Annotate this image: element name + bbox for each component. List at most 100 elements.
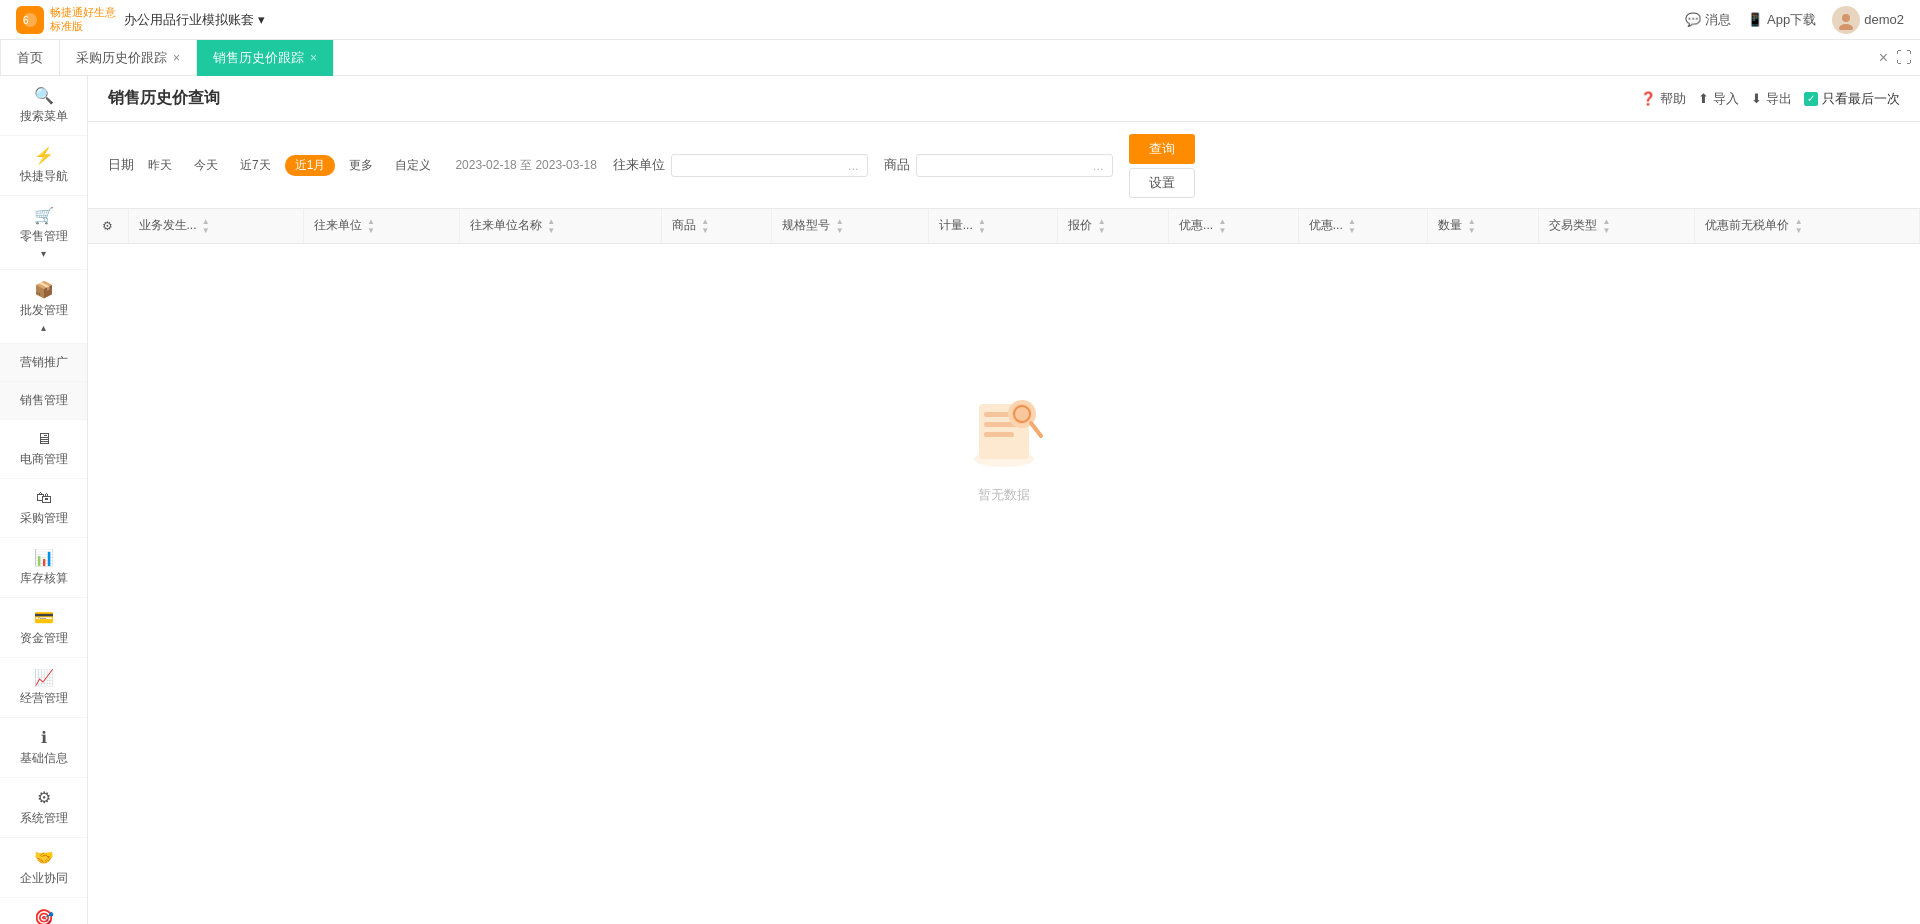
table-col-unit[interactable]: 计量... ▲▼: [928, 209, 1058, 244]
search-icon: 🔍: [34, 86, 54, 105]
sidebar-item-retail[interactable]: 🛒 零售管理 ▾: [0, 196, 87, 270]
sidebar-item-shortcut[interactable]: ⚡ 快捷导航: [0, 136, 87, 196]
table-col-gear[interactable]: ⚙: [88, 209, 128, 244]
app-switcher[interactable]: 办公用品行业模拟账套 ▾: [124, 11, 265, 29]
settings-icon[interactable]: ⚙: [102, 219, 113, 233]
import-button[interactable]: ⬆ 导入: [1698, 90, 1739, 108]
sort-icon: ▲▼: [1348, 217, 1356, 235]
chevron-down-icon: ▾: [41, 248, 46, 259]
sidebar-item-newbie[interactable]: 🎯 新手引导: [0, 898, 87, 924]
export-button[interactable]: ⬇ 导出: [1751, 90, 1792, 108]
sidebar-item-ecommerce[interactable]: 🖥 电商管理: [0, 420, 87, 479]
date-filter-label: 日期: [108, 156, 134, 174]
sort-icon: ▲▼: [202, 217, 210, 235]
goods-input[interactable]: [925, 158, 1093, 173]
svg-point-3: [1839, 24, 1853, 30]
table-col-goods[interactable]: 商品 ▲▼: [661, 209, 772, 244]
goods-filter: 商品 ...: [884, 154, 1113, 177]
sidebar-item-operations[interactable]: 📈 经营管理: [0, 658, 87, 718]
table-col-quote[interactable]: 报价 ▲▼: [1058, 209, 1169, 244]
tab-purchase-history-close[interactable]: ×: [173, 51, 180, 65]
sidebar-item-finance[interactable]: 💳 资金管理: [0, 598, 87, 658]
sort-icon: ▲▼: [367, 217, 375, 235]
close-all-tabs-button[interactable]: ×: [1879, 49, 1888, 67]
table-col-trade-type[interactable]: 交易类型 ▲▼: [1539, 209, 1695, 244]
sort-icon: ▲▼: [978, 217, 986, 235]
tab-sales-history-close[interactable]: ×: [310, 51, 317, 65]
query-button[interactable]: 查询: [1129, 134, 1195, 164]
import-icon: ⬆: [1698, 91, 1709, 106]
svg-text:6: 6: [23, 15, 29, 26]
goods-dots-button[interactable]: ...: [1093, 158, 1104, 173]
top-bar: 6 畅捷通好生意 标准版 办公用品行业模拟账套 ▾ 💬 消息 📱 App下载 d…: [0, 0, 1920, 40]
sidebar-item-enterprise[interactable]: 🤝 企业协同: [0, 838, 87, 898]
user-menu[interactable]: demo2: [1832, 6, 1904, 34]
sidebar-item-wholesale[interactable]: 📦 批发管理 ▴: [0, 270, 87, 344]
page-actions: ❓ 帮助 ⬆ 导入 ⬇ 导出 ✓ 只看最后一次: [1640, 90, 1900, 108]
empty-text: 暂无数据: [978, 486, 1030, 504]
table-col-discount1[interactable]: 优惠... ▲▼: [1169, 209, 1299, 244]
tab-home[interactable]: 首页: [0, 40, 60, 76]
table-body: 暂无数据: [88, 244, 1920, 645]
from-unit-input-wrap[interactable]: ...: [671, 154, 868, 177]
from-unit-input[interactable]: [680, 158, 848, 173]
table-col-spec[interactable]: 规格型号 ▲▼: [772, 209, 928, 244]
info-icon: ℹ: [41, 728, 47, 747]
logo-text: 畅捷通好生意 标准版: [50, 6, 116, 32]
fullscreen-button[interactable]: ⛶: [1896, 49, 1912, 67]
tab-purchase-history[interactable]: 采购历史价跟踪 ×: [60, 40, 197, 76]
chevron-down-icon: ▾: [258, 12, 265, 27]
date-btn-yesterday[interactable]: 昨天: [140, 155, 180, 176]
date-btn-1month[interactable]: 近1月: [285, 155, 336, 176]
sidebar-item-purchase[interactable]: 🛍 采购管理: [0, 479, 87, 538]
sort-icon: ▲▼: [547, 217, 555, 235]
data-table: ⚙ 业务发生... ▲▼ 往来单位 ▲▼ 往来单位名称: [88, 209, 1920, 644]
tab-sales-history[interactable]: 销售历史价跟踪 ×: [197, 40, 334, 76]
help-icon: ❓: [1640, 91, 1656, 106]
from-unit-dots-button[interactable]: ...: [848, 158, 859, 173]
tab-bar-actions: × ⛶: [1879, 49, 1920, 67]
settings-button[interactable]: 设置: [1129, 168, 1195, 198]
main-layout: 🔍 搜索菜单 ⚡ 快捷导航 🛒 零售管理 ▾ 📦 批发管理 ▴ 营销推广 销售管…: [0, 76, 1920, 924]
sidebar-item-sales-mgmt[interactable]: 销售管理: [0, 382, 87, 420]
table-col-quantity[interactable]: 数量 ▲▼: [1428, 209, 1539, 244]
card-icon: 💳: [34, 608, 54, 627]
sort-icon: ▲▼: [701, 217, 709, 235]
sort-icon: ▲▼: [1098, 217, 1106, 235]
table-col-discount2[interactable]: 优惠... ▲▼: [1298, 209, 1428, 244]
chart-icon: 📊: [34, 548, 54, 567]
only-last-checkbox[interactable]: ✓ 只看最后一次: [1804, 90, 1900, 108]
sidebar-item-system[interactable]: ⚙ 系统管理: [0, 778, 87, 838]
sidebar-item-basic-info[interactable]: ℹ 基础信息: [0, 718, 87, 778]
date-btn-custom[interactable]: 自定义: [387, 155, 439, 176]
date-btn-more[interactable]: 更多: [341, 155, 381, 176]
message-button[interactable]: 💬 消息: [1685, 11, 1731, 29]
help-button[interactable]: ❓ 帮助: [1640, 90, 1686, 108]
sidebar-item-marketing[interactable]: 营销推广: [0, 344, 87, 382]
date-btn-7days[interactable]: 近7天: [232, 155, 279, 176]
sidebar-item-inventory[interactable]: 📊 库存核算: [0, 538, 87, 598]
table-wrap: ⚙ 业务发生... ▲▼ 往来单位 ▲▼ 往来单位名称: [88, 209, 1920, 924]
table-col-pretax-price[interactable]: 优惠前无税单价 ▲▼: [1695, 209, 1920, 244]
checkbox-checked-icon: ✓: [1804, 92, 1818, 106]
date-btn-today[interactable]: 今天: [186, 155, 226, 176]
sort-icon: ▲▼: [1468, 217, 1476, 235]
app-download-button[interactable]: 📱 App下载: [1747, 11, 1816, 29]
top-bar-right: 💬 消息 📱 App下载 demo2: [1685, 6, 1904, 34]
table-col-biz-date[interactable]: 业务发生... ▲▼: [128, 209, 303, 244]
sidebar: 🔍 搜索菜单 ⚡ 快捷导航 🛒 零售管理 ▾ 📦 批发管理 ▴ 营销推广 销售管…: [0, 76, 88, 924]
tab-bar: 首页 采购历史价跟踪 × 销售历史价跟踪 × × ⛶: [0, 40, 1920, 76]
sort-icon: ▲▼: [836, 217, 844, 235]
table-col-unit-name[interactable]: 往来单位名称 ▲▼: [460, 209, 662, 244]
export-icon: ⬇: [1751, 91, 1762, 106]
box-icon: 📦: [34, 280, 54, 299]
goods-input-wrap[interactable]: ...: [916, 154, 1113, 177]
svg-rect-8: [984, 432, 1014, 437]
date-range-display: 2023-02-18 至 2023-03-18: [455, 157, 596, 174]
trending-icon: 📈: [34, 668, 54, 687]
table-col-unit-code[interactable]: 往来单位 ▲▼: [303, 209, 459, 244]
username-label: demo2: [1864, 12, 1904, 27]
sidebar-item-search[interactable]: 🔍 搜索菜单: [0, 76, 87, 136]
logo-area: 6 畅捷通好生意 标准版: [16, 6, 116, 34]
sort-icon: ▲▼: [1218, 217, 1226, 235]
